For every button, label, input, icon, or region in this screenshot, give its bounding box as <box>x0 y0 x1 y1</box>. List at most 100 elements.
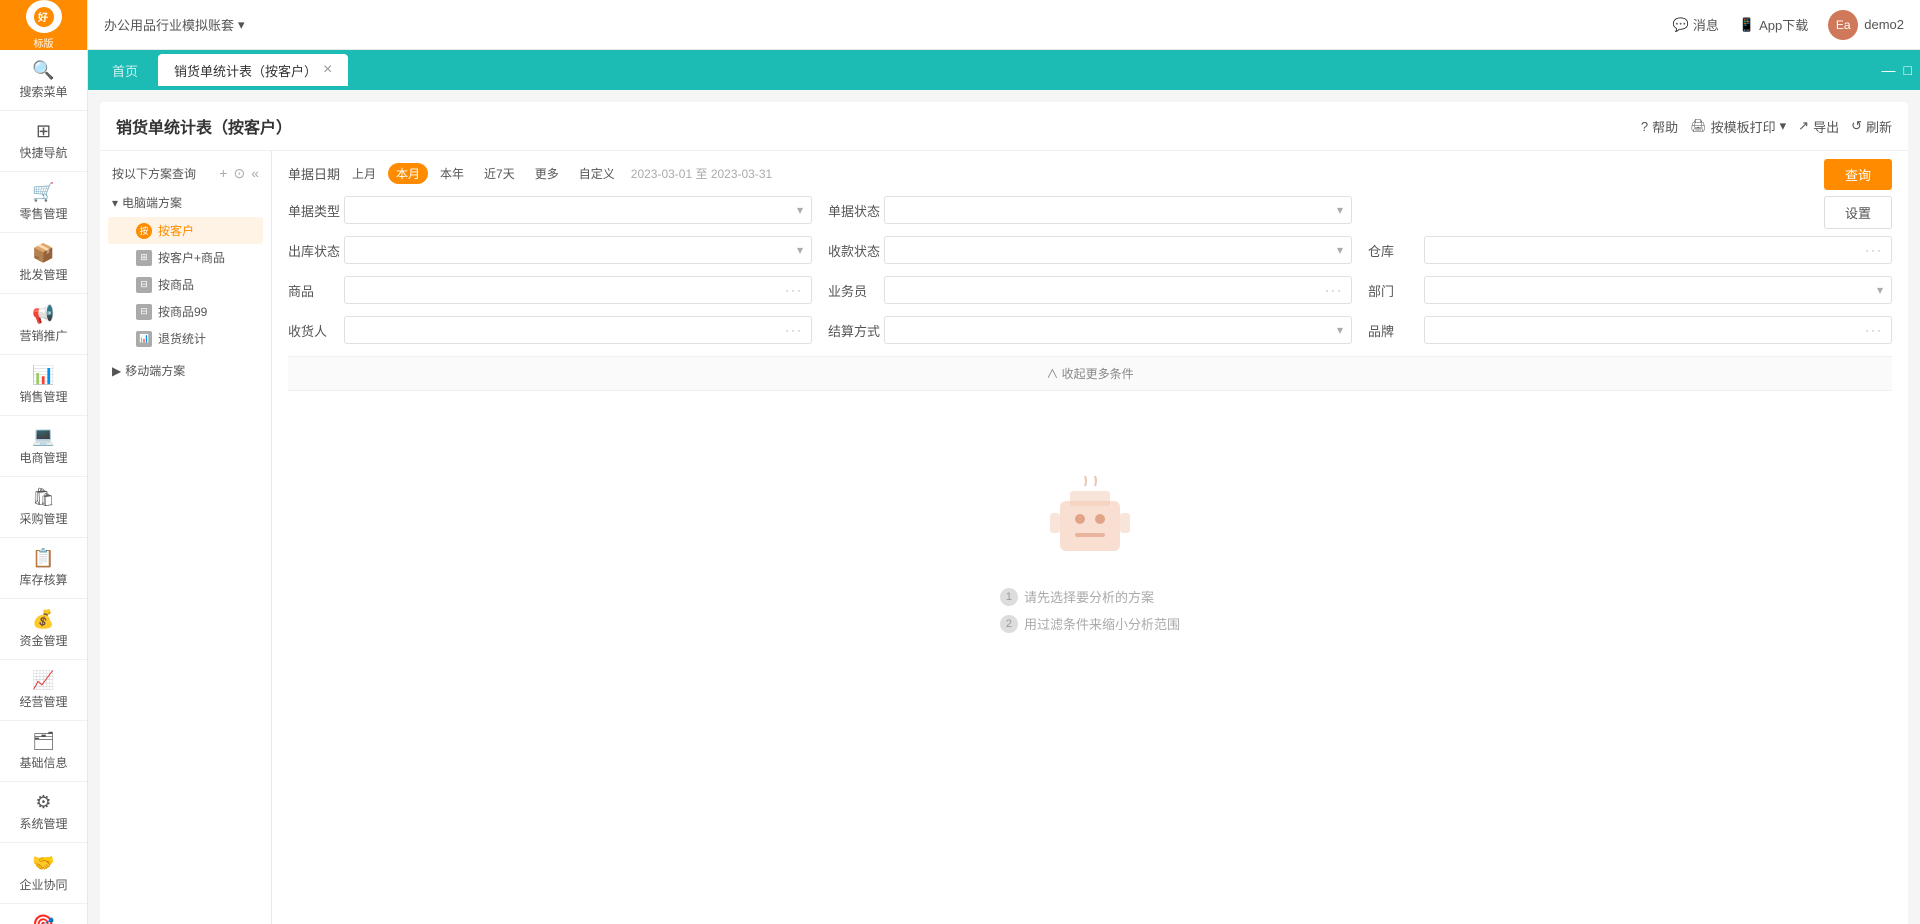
scheme-item-goods[interactable]: ⊟ 按商品 <box>108 271 263 298</box>
grid-icon: ⊞ <box>4 121 83 142</box>
sidebar-item-ecommerce[interactable]: 💻 电商管理 <box>0 416 87 477</box>
sidebar-item-sales[interactable]: 📊 销售管理 <box>0 355 87 416</box>
refresh-button[interactable]: ↺ 刷新 <box>1851 117 1892 136</box>
chevron-down-icon: ▾ <box>238 17 245 33</box>
app-download-button[interactable]: 📱 App下载 <box>1739 15 1808 34</box>
sidebar-item-operations[interactable]: 📈 经营管理 <box>0 660 87 721</box>
settings-scheme-icon[interactable]: ⊙ <box>233 165 245 182</box>
export-icon: ↗ <box>1798 118 1809 134</box>
settlement-select[interactable]: ▾ <box>884 316 1352 344</box>
order-type-label: 单据类型 <box>288 201 344 220</box>
sidebar-item-collaboration[interactable]: 🤝 企业协同 <box>0 843 87 904</box>
settlement-arrow: ▾ <box>1337 323 1343 337</box>
settings-button[interactable]: 设置 <box>1824 196 1892 229</box>
scheme-item-label: 按客户+商品 <box>158 249 225 266</box>
sidebar-item-search[interactable]: 🔍 搜索菜单 <box>0 50 87 111</box>
print-icon: 🖨 <box>1690 118 1707 134</box>
chevron-right-icon: ▶ <box>112 364 121 378</box>
scheme-item-customer-goods[interactable]: ⊞ 按客户+商品 <box>108 244 263 271</box>
date-tab-more[interactable]: 更多 <box>527 163 567 184</box>
date-tab-thismonth[interactable]: 本月 <box>388 163 428 184</box>
add-scheme-icon[interactable]: + <box>219 165 227 182</box>
order-type-select[interactable]: ▾ <box>344 196 812 224</box>
maximize-icon[interactable]: □ <box>1904 62 1912 78</box>
filter-settlement: 结算方式 ▾ <box>828 316 1352 344</box>
mobile-group-label: 移动端方案 <box>125 362 185 379</box>
scheme-item-label: 按客户 <box>158 222 194 239</box>
scheme-group-mobile-header[interactable]: ▶ 移动端方案 <box>108 356 263 385</box>
order-status-select[interactable]: ▾ <box>884 196 1352 224</box>
scheme-group-desktop-header[interactable]: ▾ 电脑端方案 <box>108 188 263 217</box>
department-select[interactable]: ▾ <box>1424 276 1892 304</box>
receiver-select[interactable]: ··· <box>344 316 812 344</box>
sidebar-item-system[interactable]: ⚙ 系统管理 <box>0 782 87 843</box>
filter-salesperson: 业务员 ··· <box>828 276 1352 304</box>
customer-goods-scheme-icon: ⊞ <box>136 250 152 266</box>
svg-text:好: 好 <box>37 11 48 24</box>
left-panel-header: 按以下方案查询 + ⊙ « <box>100 159 271 188</box>
sidebar-item-inventory[interactable]: 📋 库存核算 <box>0 538 87 599</box>
sidebar-menu: 🔍 搜索菜单 ⊞ 快捷导航 🛒 零售管理 📦 批发管理 📢 营销推广 📊 <box>0 50 87 924</box>
export-button[interactable]: ↗ 导出 <box>1798 117 1839 136</box>
left-panel-actions: + ⊙ « <box>219 165 259 182</box>
sidebar-item-guide[interactable]: 🎯 新手引导 <box>0 904 87 924</box>
goods-scheme-icon: ⊟ <box>136 277 152 293</box>
scheme-item-label: 退货统计 <box>158 330 206 347</box>
tab-home[interactable]: 首页 <box>96 54 154 86</box>
collapse-bar[interactable]: ∧ 收起更多条件 <box>288 356 1892 391</box>
out-status-arrow: ▾ <box>797 243 803 257</box>
username: demo2 <box>1864 17 1904 32</box>
collapse-panel-icon[interactable]: « <box>251 165 259 182</box>
filter-section: 单据日期 上月 本月 本年 近7天 更多 自定义 2023-03-01 至 20… <box>272 151 1908 391</box>
help-button[interactable]: ? 帮助 <box>1641 117 1678 136</box>
out-status-select[interactable]: ▾ <box>344 236 812 264</box>
sidebar-item-finance[interactable]: 💰 资金管理 <box>0 599 87 660</box>
order-status-label: 单据状态 <box>828 201 884 220</box>
tab-close-icon[interactable]: × <box>323 62 332 78</box>
filter-row-1: 单据类型 ▾ 单据状态 <box>288 196 1892 224</box>
receive-status-select[interactable]: ▾ <box>884 236 1352 264</box>
department-label: 部门 <box>1368 281 1424 300</box>
date-tab-7days[interactable]: 近7天 <box>476 163 523 184</box>
tip-text-1: 请先选择要分析的方案 <box>1024 587 1154 606</box>
print-button[interactable]: 🖨 按模板打印 ▾ <box>1690 117 1786 136</box>
date-tab-lastmonth[interactable]: 上月 <box>344 163 384 184</box>
salesperson-select[interactable]: ··· <box>884 276 1352 304</box>
sidebar-item-wholesale[interactable]: 📦 批发管理 <box>0 233 87 294</box>
scheme-item-return[interactable]: 📊 退货统计 <box>108 325 263 352</box>
message-button[interactable]: 💬 消息 <box>1673 15 1719 34</box>
query-button[interactable]: 查询 <box>1824 159 1892 190</box>
export-label: 导出 <box>1813 117 1839 136</box>
empty-tips: 1 请先选择要分析的方案 2 用过滤条件来缩小分析范围 <box>1000 587 1180 633</box>
minimize-icon[interactable]: — <box>1882 62 1896 78</box>
warehouse-select[interactable]: ··· <box>1424 236 1892 264</box>
salesperson-dots: ··· <box>1325 283 1343 297</box>
scheme-item-goods99[interactable]: ⊟ 按商品99 <box>108 298 263 325</box>
sidebar-item-retail[interactable]: 🛒 零售管理 <box>0 172 87 233</box>
sidebar-item-purchase[interactable]: 🛍 采购管理 <box>0 477 87 538</box>
goods-label: 商品 <box>288 281 344 300</box>
brand-select[interactable]: ··· <box>1424 316 1892 344</box>
date-tab-thisyear[interactable]: 本年 <box>432 163 472 184</box>
tab-active-label: 销货单统计表（按客户） <box>174 61 317 80</box>
page-header-actions: ? 帮助 🖨 按模板打印 ▾ ↗ 导出 ↺ <box>1641 117 1892 136</box>
goods-select[interactable]: ··· <box>344 276 812 304</box>
tab-active[interactable]: 销货单统计表（按客户） × <box>158 54 348 86</box>
filter-brand: 品牌 ··· <box>1368 316 1892 344</box>
sidebar-item-basic[interactable]: 🗂 基础信息 <box>0 721 87 782</box>
sidebar-item-quicknav[interactable]: ⊞ 快捷导航 <box>0 111 87 172</box>
scheme-item-customer[interactable]: 按 按客户 <box>108 217 263 244</box>
query-actions: 查询 设置 <box>1824 159 1892 229</box>
page-content: 销货单统计表（按客户） ? 帮助 🖨 按模板打印 ▾ ↗ <box>88 90 1920 924</box>
money-icon: 💰 <box>4 609 83 630</box>
receiver-label: 收货人 <box>288 321 344 340</box>
right-panel-wrapper: 单据日期 上月 本月 本年 近7天 更多 自定义 2023-03-01 至 20… <box>272 151 1908 924</box>
date-tab-custom[interactable]: 自定义 <box>571 163 623 184</box>
user-area[interactable]: Ea demo2 <box>1828 10 1904 40</box>
sidebar-item-marketing[interactable]: 📢 营销推广 <box>0 294 87 355</box>
industry-selector[interactable]: 办公用品行业模拟账套 ▾ <box>104 15 245 34</box>
brand-label: 品牌 <box>1368 321 1424 340</box>
filter-order-status: 单据状态 ▾ <box>828 196 1352 224</box>
app-download-label: App下载 <box>1759 15 1808 34</box>
brand-dots: ··· <box>1865 323 1883 337</box>
